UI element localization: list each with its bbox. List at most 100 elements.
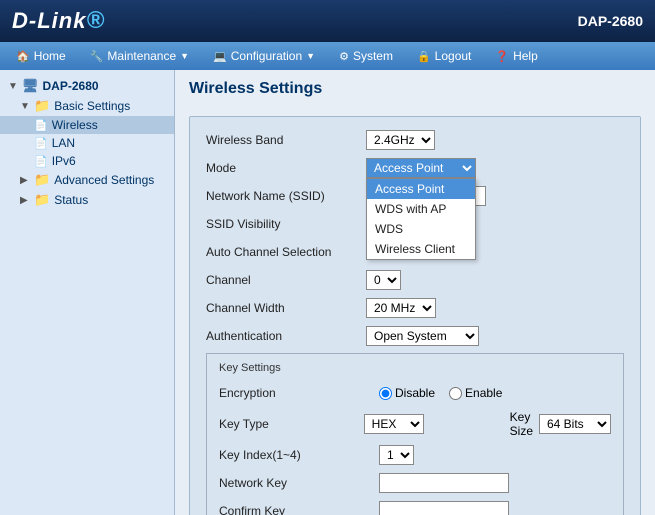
page-icon-ipv6: 📄 [34,155,48,168]
authentication-row: Authentication Open System WPA-Personal … [206,325,624,347]
confirm-key-row: Confirm Key [219,500,611,515]
disable-radio[interactable] [379,387,392,400]
confirm-key-input[interactable] [379,501,509,515]
channel-select[interactable]: 0123456 [366,270,401,290]
nav-logout[interactable]: 🔒 Logout [405,42,483,70]
folder-icon-basic: 📁 [34,98,50,114]
app-header: D-Link® DAP-2680 [0,0,655,42]
folder-icon-advanced: 📁 [34,172,50,188]
nav-configuration[interactable]: 💻 Configuration ▼ [201,42,327,70]
mode-row: Mode Access Point WDS with AP WDS Wirele… [206,157,624,179]
ssid-label: Network Name (SSID) [206,189,366,203]
logo-trademark: ® [86,7,105,34]
dropdown-item-wds-with-ap[interactable]: WDS with AP [367,199,475,219]
nav-home-label: Home [34,49,66,63]
network-key-input[interactable] [379,473,509,493]
key-index-select[interactable]: 1234 [379,445,414,465]
device-icon: 🖥 [22,78,39,94]
encryption-radio-group: Disable Enable [379,386,502,400]
channel-row: Channel 0123456 [206,269,624,291]
wireless-band-select[interactable]: 2.4GHz 5GHz [366,130,435,150]
nav-home[interactable]: 🏠 Home [4,42,78,70]
network-key-row: Network Key [219,472,611,494]
sidebar-lan-label: LAN [52,136,75,150]
confirm-key-label: Confirm Key [219,504,379,515]
sidebar-advanced-settings-label: Advanced Settings [54,173,154,187]
wireless-band-row: Wireless Band 2.4GHz 5GHz [206,129,624,151]
navbar: 🏠 Home 🔧 Maintenance ▼ 💻 Configuration ▼… [0,42,655,70]
dropdown-item-wds[interactable]: WDS [367,219,475,239]
network-key-control [379,473,509,493]
sidebar-item-dap2680[interactable]: ▼ 🖥 DAP-2680 [0,76,174,96]
key-type-select[interactable]: HEX ASCII [364,414,424,434]
sidebar-item-wireless[interactable]: 📄 Wireless [0,116,174,134]
maintenance-chevron-icon: ▼ [180,51,189,61]
mode-select[interactable]: Access Point WDS with AP WDS Wireless Cl… [366,158,476,178]
sidebar-item-basic-settings[interactable]: ▼ 📁 Basic Settings [0,96,174,116]
disable-radio-label[interactable]: Disable [379,386,435,400]
page-title: Wireless Settings [189,80,641,104]
enable-radio[interactable] [449,387,462,400]
logout-icon: 🔒 [417,50,431,63]
channel-width-row: Channel Width 20 MHz 40 MHz [206,297,624,319]
authentication-control: Open System WPA-Personal WPA2-Personal [366,326,479,346]
sidebar-item-advanced-settings[interactable]: ▶ 📁 Advanced Settings [0,170,174,190]
confirm-key-control [379,501,509,515]
maintenance-icon: 🔧 [90,50,104,63]
wireless-band-label: Wireless Band [206,133,366,147]
expand-icon-basic: ▼ [20,101,30,112]
nav-maintenance-label: Maintenance [107,49,176,63]
logo-area: D-Link® [12,7,105,35]
logo-text: D-Link® [12,7,105,35]
configuration-icon: 💻 [213,50,227,63]
key-settings-title: Key Settings [219,362,611,374]
configuration-chevron-icon: ▼ [306,51,315,61]
key-size-select[interactable]: 64 Bits 128 Bits [539,414,611,434]
system-icon: ⚙ [339,50,349,63]
network-key-label: Network Key [219,476,379,490]
device-name-label: DAP-2680 [578,13,643,29]
nav-maintenance[interactable]: 🔧 Maintenance ▼ [78,42,201,70]
key-type-control: HEX ASCII Key Size 64 Bits 128 Bits [364,410,611,438]
encryption-row: Encryption Disable Enable [219,382,611,404]
key-settings-group: Key Settings Encryption Disable Enab [206,353,624,515]
key-index-row: Key Index(1~4) 1234 [219,444,611,466]
mode-dropdown-menu: Access Point WDS with AP WDS Wireless Cl… [366,178,476,260]
key-size-label: Key Size [510,410,533,438]
dropdown-item-wireless-client[interactable]: Wireless Client [367,239,475,259]
page-icon-lan: 📄 [34,137,48,150]
authentication-select[interactable]: Open System WPA-Personal WPA2-Personal [366,326,479,346]
key-index-control: 1234 [379,445,414,465]
nav-system[interactable]: ⚙ System [327,42,405,70]
key-type-row: Key Type HEX ASCII Key Size 64 Bits 128 … [219,410,611,438]
nav-help[interactable]: ❓ Help [483,42,549,70]
sidebar-basic-settings-label: Basic Settings [54,99,130,113]
disable-label: Disable [395,386,435,400]
enable-label: Enable [465,386,502,400]
authentication-label: Authentication [206,329,366,343]
channel-control: 0123456 [366,270,401,290]
settings-panel: Wireless Band 2.4GHz 5GHz Mode Access Po… [189,116,641,515]
sidebar-item-lan[interactable]: 📄 LAN [0,134,174,152]
sidebar-wireless-label: Wireless [52,118,98,132]
channel-width-control: 20 MHz 40 MHz [366,298,436,318]
sidebar-ipv6-label: IPv6 [52,154,76,168]
help-icon: ❓ [495,50,509,63]
expand-icon-status: ▶ [20,195,30,206]
logo-dlink: D-Link [12,8,86,33]
sidebar-item-ipv6[interactable]: 📄 IPv6 [0,152,174,170]
folder-icon-status: 📁 [34,192,50,208]
page-icon-wireless: 📄 [34,119,48,132]
dropdown-item-access-point[interactable]: Access Point [367,179,475,199]
nav-system-label: System [353,49,393,63]
mode-control: Access Point WDS with AP WDS Wireless Cl… [366,158,476,178]
encryption-label: Encryption [219,386,379,400]
key-type-label: Key Type [219,417,364,431]
sidebar-item-status[interactable]: ▶ 📁 Status [0,190,174,210]
enable-radio-label[interactable]: Enable [449,386,502,400]
wireless-band-control: 2.4GHz 5GHz [366,130,435,150]
nav-help-label: Help [513,49,538,63]
channel-width-select[interactable]: 20 MHz 40 MHz [366,298,436,318]
key-index-label: Key Index(1~4) [219,448,379,462]
main-layout: ▼ 🖥 DAP-2680 ▼ 📁 Basic Settings 📄 Wirele… [0,70,655,515]
